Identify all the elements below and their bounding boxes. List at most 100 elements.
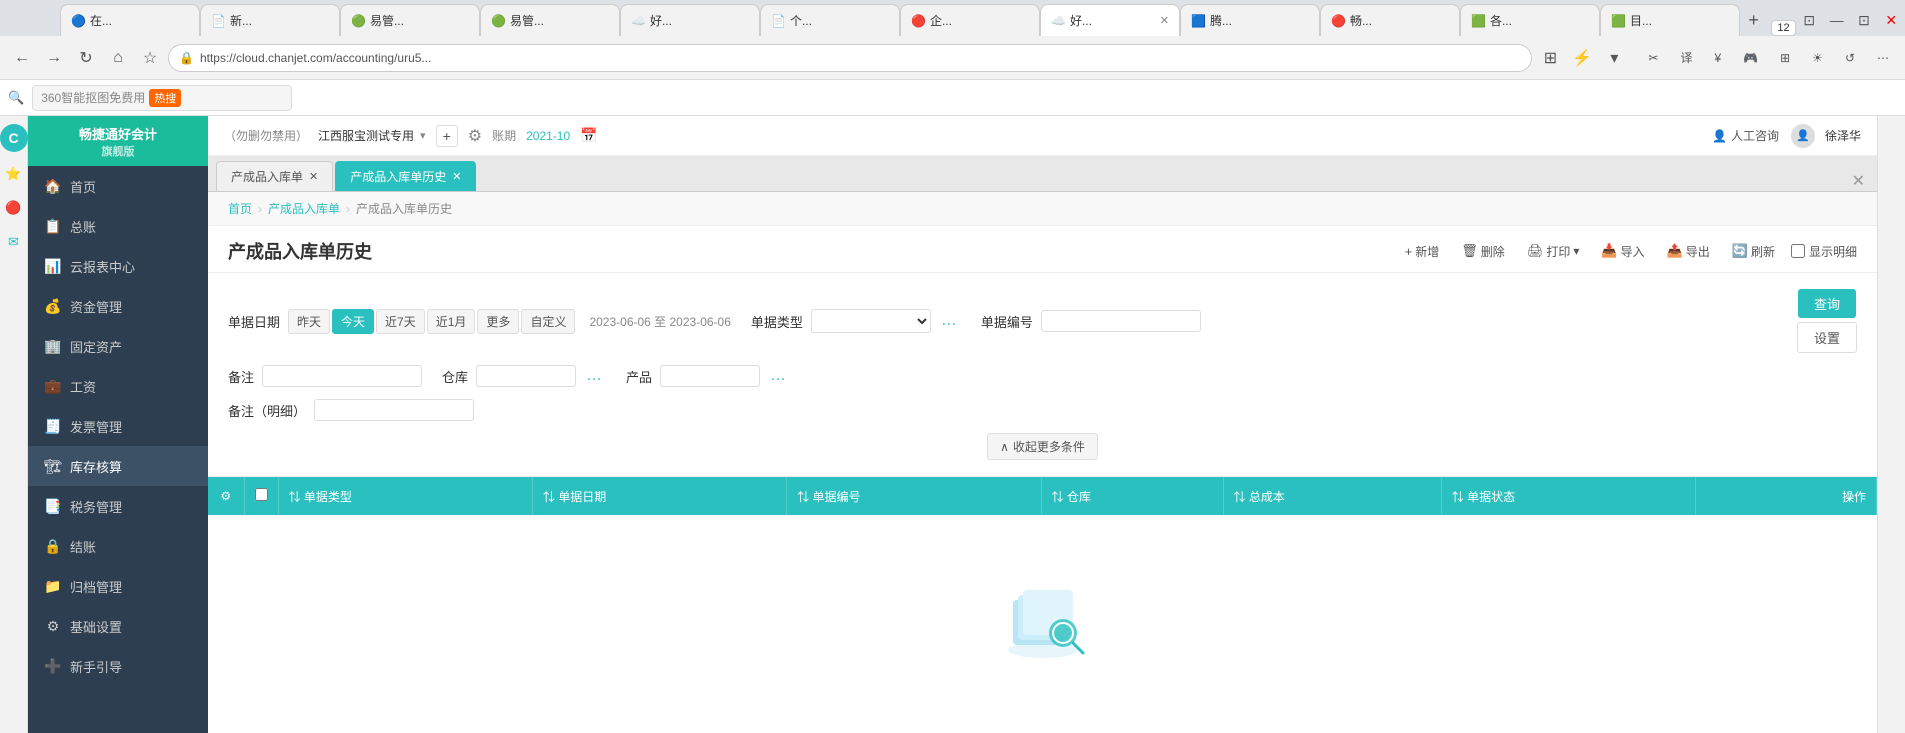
sidebar-item-funds[interactable]: 💰 资金管理 bbox=[28, 286, 208, 326]
browser-tab-4[interactable]: 🟢 易管... bbox=[480, 4, 620, 36]
table-col-status[interactable]: ⇅ 单据状态 bbox=[1441, 477, 1695, 515]
calendar-icon[interactable]: 📅 bbox=[580, 127, 597, 144]
table-col-check[interactable] bbox=[244, 477, 278, 515]
bookmark-button[interactable]: ☆ bbox=[136, 44, 164, 72]
warehouse-filter-input[interactable] bbox=[476, 365, 576, 387]
date-btn-more[interactable]: 更多 bbox=[477, 309, 519, 334]
menu-btn[interactable]: ⋯ bbox=[1869, 44, 1897, 72]
browser-tab-8[interactable]: ☁️ 好... ✕ bbox=[1040, 4, 1180, 36]
table-col-type[interactable]: ⇅ 单据类型 bbox=[278, 477, 532, 515]
undo-btn[interactable]: ↺ bbox=[1837, 44, 1863, 72]
sidebar-item-inventory[interactable]: 🏗 库存核算 bbox=[28, 446, 208, 486]
content-tab-history-close[interactable]: ✕ bbox=[452, 170, 461, 183]
new-tab-button[interactable]: + bbox=[1740, 4, 1767, 36]
date-btn-7days[interactable]: 近7天 bbox=[376, 309, 425, 334]
home-button[interactable]: ⌂ bbox=[104, 44, 132, 72]
sidebar-weibo-icon[interactable]: 🔴 bbox=[2, 196, 26, 220]
table-col-date[interactable]: ⇅ 单据日期 bbox=[532, 477, 786, 515]
date-btn-custom[interactable]: 自定义 bbox=[521, 309, 575, 334]
browser-tab-5[interactable]: ☁️ 好... bbox=[620, 4, 760, 36]
window-minimize[interactable]: — bbox=[1823, 4, 1850, 36]
print-dropdown-icon[interactable]: ▾ bbox=[1573, 244, 1579, 258]
table-col-total-cost[interactable]: ⇅ 总成本 bbox=[1223, 477, 1441, 515]
sidebar-item-invoice[interactable]: 🧾 发票管理 bbox=[28, 406, 208, 446]
theme-btn[interactable]: ☀ bbox=[1804, 44, 1831, 72]
product-filter-input[interactable] bbox=[660, 365, 760, 387]
content-tab-history[interactable]: 产成品入库单历史 ✕ bbox=[335, 161, 476, 191]
window-close[interactable]: ✕ bbox=[1878, 4, 1905, 36]
refresh-button[interactable]: ↻ bbox=[72, 44, 100, 72]
settings-gear-btn[interactable]: ⚙ bbox=[468, 126, 482, 146]
show-detail-checkbox[interactable] bbox=[1791, 244, 1805, 258]
table-col-number[interactable]: ⇅ 单据编号 bbox=[787, 477, 1041, 515]
product-more-dots[interactable]: … bbox=[770, 367, 786, 385]
add-action-btn[interactable]: + 新增 bbox=[1399, 239, 1446, 264]
tab-8-close[interactable]: ✕ bbox=[1160, 14, 1169, 27]
browser-tab-10[interactable]: 🔴 畅... bbox=[1320, 4, 1460, 36]
sidebar-item-guide[interactable]: ➕ 新手引导 bbox=[28, 646, 208, 686]
setting-button[interactable]: 设置 bbox=[1797, 322, 1857, 353]
grid-icon[interactable]: ⊞ bbox=[1536, 44, 1564, 72]
browser-tab-12[interactable]: 🟩 目... bbox=[1600, 4, 1740, 36]
browser-tab-3[interactable]: 🟢 易管... bbox=[340, 4, 480, 36]
date-btn-today[interactable]: 今天 bbox=[332, 309, 374, 334]
query-button[interactable]: 查询 bbox=[1798, 289, 1856, 318]
browser-tab-9[interactable]: 🟦 腾... bbox=[1180, 4, 1320, 36]
sidebar-item-closing[interactable]: 🔒 结账 bbox=[28, 526, 208, 566]
account-selector[interactable]: 江西服宝测试专用 ▾ bbox=[318, 127, 426, 144]
gear-col-icon[interactable]: ⚙ bbox=[220, 489, 231, 503]
currency-btn[interactable]: ¥ bbox=[1706, 44, 1729, 72]
scissors-btn[interactable]: ✂ bbox=[1640, 44, 1666, 72]
forward-button[interactable]: → bbox=[40, 44, 68, 72]
sidebar-item-ledger[interactable]: 📋 总账 bbox=[28, 206, 208, 246]
delete-action-btn[interactable]: 🗑 删除 bbox=[1455, 239, 1511, 264]
remark-filter-input[interactable] bbox=[262, 365, 422, 387]
table-select-all[interactable] bbox=[255, 488, 268, 501]
lightning-icon[interactable]: ⚡ bbox=[1568, 44, 1596, 72]
export-action-btn[interactable]: 📤 导出 bbox=[1661, 239, 1716, 264]
browser-tab-7[interactable]: 🔴 企... bbox=[900, 4, 1040, 36]
sidebar-item-tax[interactable]: 📑 税务管理 bbox=[28, 486, 208, 526]
number-filter-input[interactable] bbox=[1041, 310, 1201, 332]
game-btn[interactable]: 🎮 bbox=[1735, 44, 1766, 72]
type-more-dots[interactable]: … bbox=[941, 312, 957, 330]
detail-remark-filter-input[interactable] bbox=[314, 399, 474, 421]
import-action-btn[interactable]: 📥 导入 bbox=[1595, 239, 1650, 264]
print-action-btn[interactable]: 🖨 打印 ▾ bbox=[1521, 239, 1586, 264]
date-btn-yesterday[interactable]: 昨天 bbox=[288, 309, 330, 334]
collapse-filter-btn[interactable]: ∧ 收起更多条件 bbox=[987, 433, 1098, 460]
warehouse-more-dots[interactable]: … bbox=[586, 367, 602, 385]
ai-consult-btn[interactable]: 👤 人工咨询 bbox=[1712, 127, 1779, 144]
window-maximize[interactable]: ⊡ bbox=[1850, 4, 1877, 36]
sidebar-mail-icon[interactable]: ✉ bbox=[2, 230, 26, 254]
browser-tab-1[interactable]: 🔵 在... bbox=[60, 4, 200, 36]
window-restore[interactable]: ⊡ bbox=[1796, 4, 1823, 36]
content-tab-list[interactable]: 产成品入库单 ✕ bbox=[216, 161, 333, 191]
sidebar-item-home[interactable]: 🏠 首页 bbox=[28, 166, 208, 206]
sidebar-star-icon[interactable]: ⭐ bbox=[2, 162, 26, 186]
back-button[interactable]: ← bbox=[8, 44, 36, 72]
sidebar-item-payroll[interactable]: 💼 工资 bbox=[28, 366, 208, 406]
apps-btn[interactable]: ⊞ bbox=[1772, 44, 1798, 72]
translate-btn[interactable]: 译 bbox=[1672, 44, 1700, 72]
table-col-gear[interactable]: ⚙ bbox=[208, 477, 244, 515]
date-btn-1month[interactable]: 近1月 bbox=[427, 309, 476, 334]
close-panel-btn[interactable]: ✕ bbox=[1848, 171, 1869, 191]
search-input-wrap[interactable]: 360智能抠图免费用 热搜 bbox=[32, 85, 292, 111]
sidebar-item-fixed-assets[interactable]: 🏢 固定资产 bbox=[28, 326, 208, 366]
browser-tab-11[interactable]: 🟩 各... bbox=[1460, 4, 1600, 36]
browser-tab-2[interactable]: 📄 新... bbox=[200, 4, 340, 36]
app-logo[interactable]: C bbox=[0, 124, 28, 152]
table-col-warehouse[interactable]: ⇅ 仓库 bbox=[1041, 477, 1223, 515]
sidebar-item-settings[interactable]: ⚙ 基础设置 bbox=[28, 606, 208, 646]
browser-tab-6[interactable]: 📄 个... bbox=[760, 4, 900, 36]
breadcrumb-list[interactable]: 产成品入库单 bbox=[268, 200, 340, 217]
user-profile[interactable]: 👤 徐泽华 bbox=[1791, 124, 1861, 148]
type-filter-select[interactable] bbox=[811, 309, 931, 333]
sidebar-item-archive[interactable]: 📁 归档管理 bbox=[28, 566, 208, 606]
dropdown-icon[interactable]: ▾ bbox=[1600, 44, 1628, 72]
add-company-btn[interactable]: + bbox=[436, 125, 458, 147]
sidebar-item-reports[interactable]: 📊 云报表中心 bbox=[28, 246, 208, 286]
address-bar[interactable]: 🔒 https://cloud.chanjet.com/accounting/u… bbox=[168, 44, 1532, 72]
content-tab-list-close[interactable]: ✕ bbox=[309, 170, 318, 183]
